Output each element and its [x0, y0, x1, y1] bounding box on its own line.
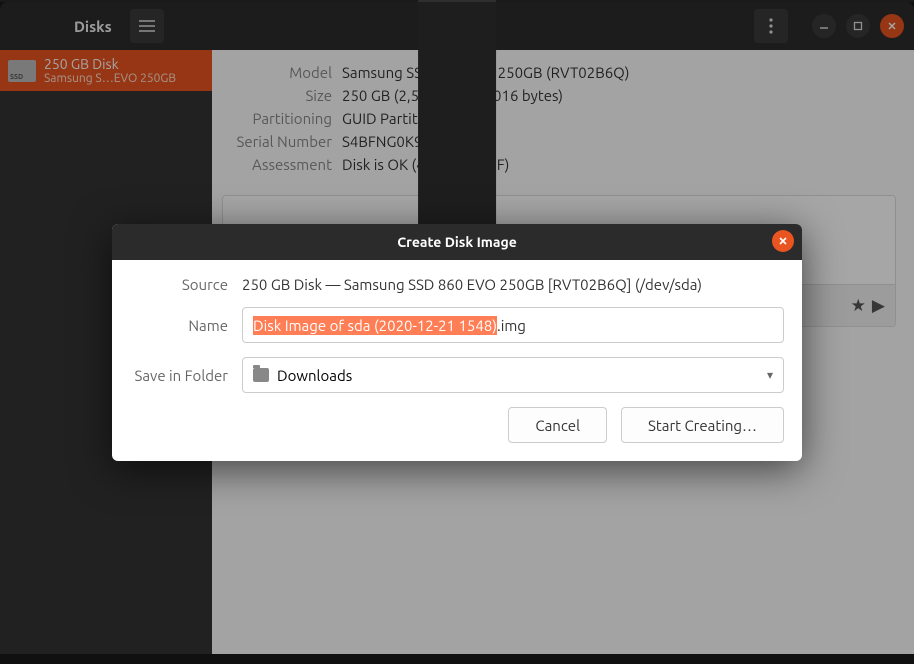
- dialog-title: Create Disk Image: [397, 234, 517, 250]
- start-creating-button[interactable]: Start Creating…: [621, 407, 784, 443]
- name-input-selection: Disk Image of sda (2020-12-21 1548): [253, 316, 497, 335]
- value-source: 250 GB Disk — Samsung SSD 860 EVO 250GB …: [242, 276, 784, 293]
- modal-overlay: Create Disk Image Source 250 GB Disk — S…: [0, 2, 914, 664]
- folder-select-value: Downloads: [277, 367, 352, 384]
- name-input[interactable]: Disk Image of sda (2020-12-21 1548).img: [242, 307, 784, 343]
- chevron-down-icon: ▾: [767, 368, 773, 382]
- cancel-button[interactable]: Cancel: [508, 407, 607, 443]
- name-input-extension: .img: [497, 317, 526, 334]
- dialog-close-button[interactable]: [772, 230, 794, 252]
- label-save-folder: Save in Folder: [130, 367, 242, 384]
- label-name: Name: [130, 317, 242, 334]
- dialog-header: Create Disk Image: [112, 224, 802, 260]
- folder-select[interactable]: Downloads ▾: [242, 357, 784, 393]
- create-disk-image-dialog: Create Disk Image Source 250 GB Disk — S…: [112, 224, 802, 461]
- folder-icon: [253, 368, 269, 382]
- label-source: Source: [130, 276, 242, 293]
